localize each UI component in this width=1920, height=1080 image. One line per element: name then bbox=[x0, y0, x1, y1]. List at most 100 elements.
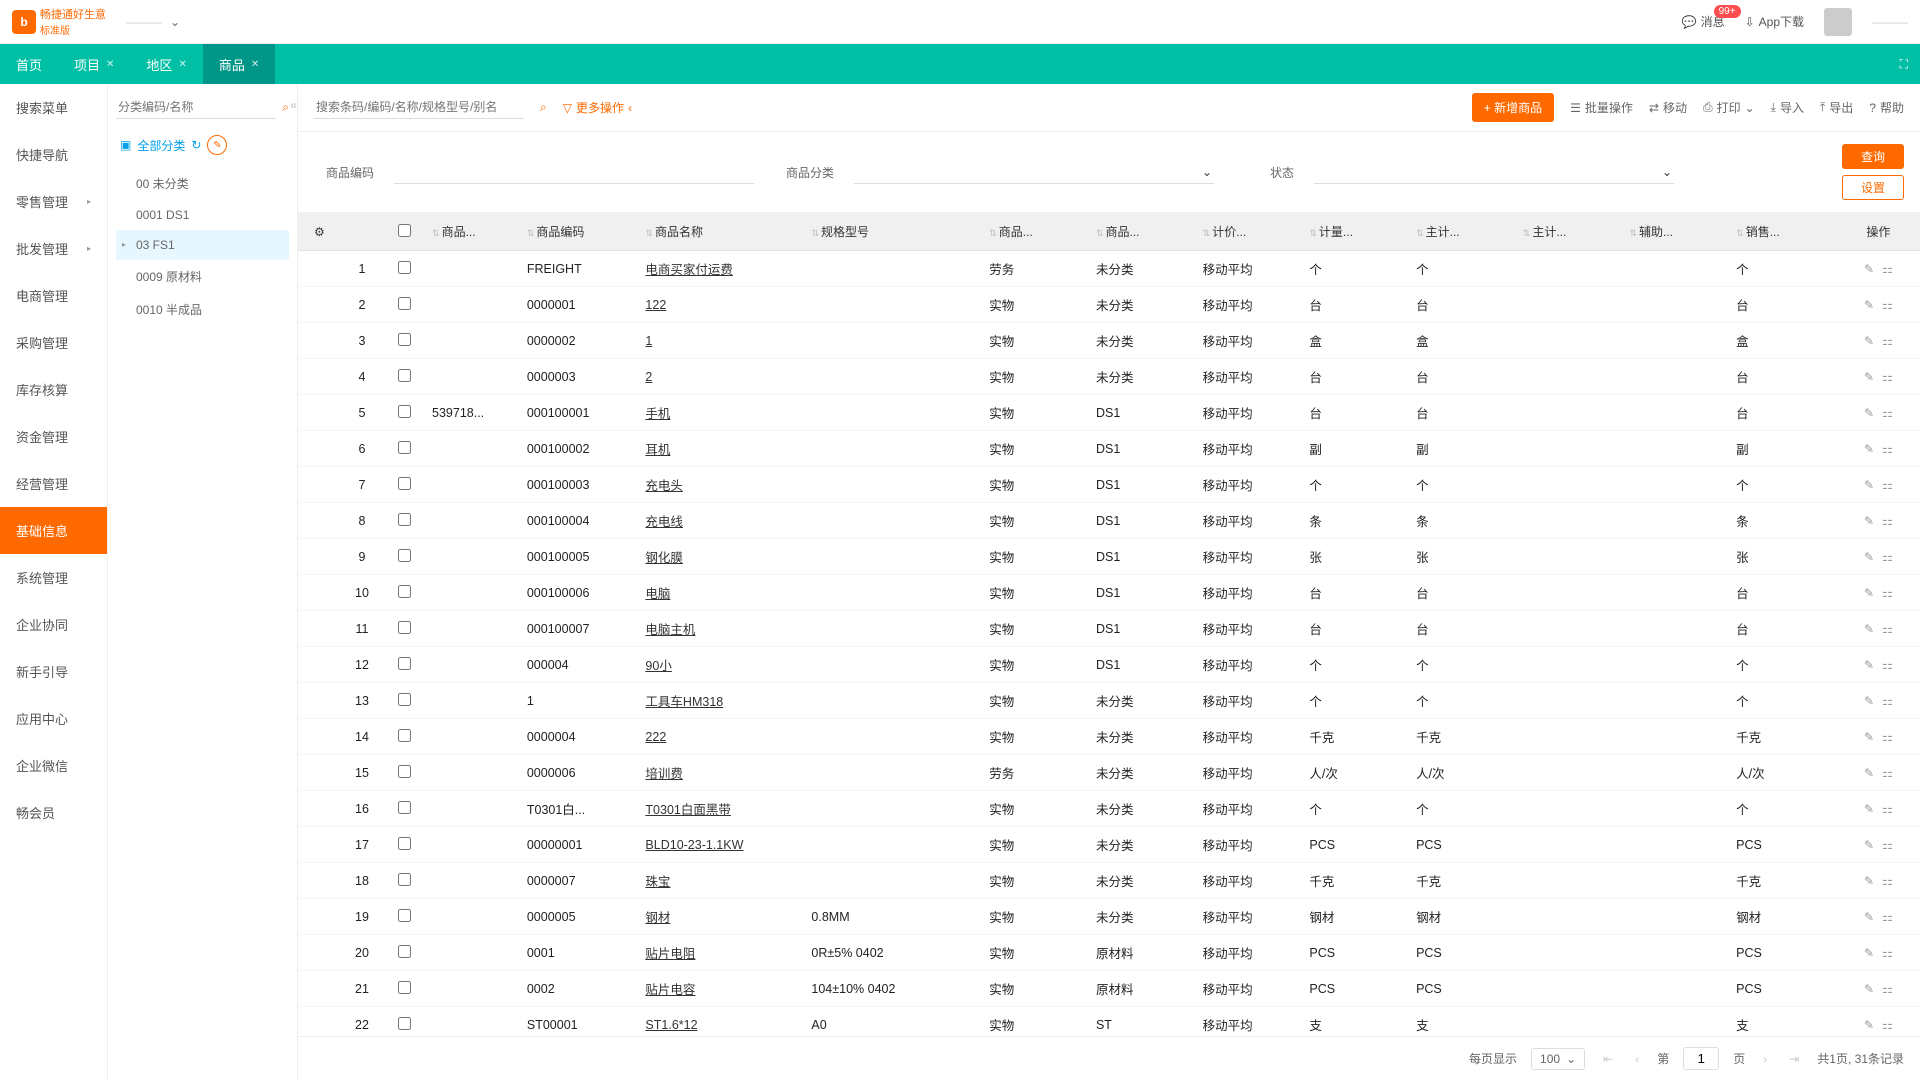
table-row[interactable]: 190000005钢材0.8MM实物未分类移动平均钢材钢材钢材✎⚏ bbox=[298, 899, 1920, 935]
app-download-button[interactable]: ⇩ App下载 bbox=[1745, 13, 1804, 30]
more-icon[interactable]: ⚏ bbox=[1882, 262, 1893, 276]
per-page-select[interactable]: 100⌄ bbox=[1531, 1048, 1585, 1070]
batch-button[interactable]: ☰批量操作 bbox=[1570, 99, 1633, 116]
row-checkbox[interactable] bbox=[398, 945, 411, 958]
table-row[interactable]: 10000100006电脑实物DS1移动平均台台台✎⚏ bbox=[298, 575, 1920, 611]
edit-icon[interactable]: ✎ bbox=[1864, 946, 1874, 960]
more-icon[interactable]: ⚏ bbox=[1882, 1018, 1893, 1032]
tab-项目[interactable]: 项目✕ bbox=[58, 44, 130, 84]
edit-icon[interactable]: ✎ bbox=[1864, 406, 1874, 420]
table-row[interactable]: 180000007珠宝实物未分类移动平均千克千克千克✎⚏ bbox=[298, 863, 1920, 899]
table-row[interactable]: 210002贴片电容104±10% 0402实物原材料移动平均PCSPCSPCS… bbox=[298, 971, 1920, 1007]
edit-icon[interactable]: ✎ bbox=[1864, 298, 1874, 312]
table-row[interactable]: 7000100003充电头实物DS1移动平均个个个✎⚏ bbox=[298, 467, 1920, 503]
column-header[interactable]: ⇅商品... bbox=[1090, 213, 1197, 251]
column-header[interactable]: ⇅计价... bbox=[1197, 213, 1304, 251]
sidebar-item[interactable]: 经营管理 bbox=[0, 460, 107, 507]
more-icon[interactable]: ⚏ bbox=[1882, 334, 1893, 348]
row-checkbox[interactable] bbox=[398, 513, 411, 526]
product-name-link[interactable]: 贴片电容 bbox=[645, 983, 695, 997]
edit-icon[interactable]: ✎ bbox=[1864, 442, 1874, 456]
product-name-link[interactable]: 充电头 bbox=[645, 479, 683, 493]
more-icon[interactable]: ⚏ bbox=[1882, 802, 1893, 816]
sidebar-item[interactable]: 系统管理 bbox=[0, 554, 107, 601]
code-filter-input[interactable] bbox=[394, 161, 754, 184]
table-row[interactable]: 22ST00001ST1.6*12A0实物ST移动平均支支支✎⚏ bbox=[298, 1007, 1920, 1037]
row-checkbox[interactable] bbox=[398, 585, 411, 598]
table-row[interactable]: 150000006培训费劳务未分类移动平均人/次人/次人/次✎⚏ bbox=[298, 755, 1920, 791]
product-name-link[interactable]: ST1.6*12 bbox=[645, 1018, 697, 1032]
edit-icon[interactable]: ✎ bbox=[207, 135, 227, 155]
last-page-button[interactable]: ⇥ bbox=[1785, 1052, 1803, 1066]
settings-button[interactable]: 设置 bbox=[1842, 175, 1904, 200]
edit-icon[interactable]: ✎ bbox=[1864, 514, 1874, 528]
move-button[interactable]: ⇄移动 bbox=[1649, 99, 1687, 116]
export-button[interactable]: ⤒导出 bbox=[1820, 99, 1853, 116]
row-checkbox[interactable] bbox=[398, 657, 411, 670]
more-icon[interactable]: ⚏ bbox=[1882, 586, 1893, 600]
table-row[interactable]: 8000100004充电线实物DS1移动平均条条条✎⚏ bbox=[298, 503, 1920, 539]
product-name-link[interactable]: 培训费 bbox=[645, 767, 683, 781]
product-name-link[interactable]: 90小 bbox=[645, 659, 671, 673]
sidebar-item[interactable]: 批发管理▸ bbox=[0, 225, 107, 272]
column-header[interactable]: ⇅规格型号 bbox=[805, 213, 983, 251]
close-icon[interactable]: ✕ bbox=[178, 59, 186, 70]
more-icon[interactable]: ⚏ bbox=[1882, 730, 1893, 744]
table-row[interactable]: 1200000490小实物DS1移动平均个个个✎⚏ bbox=[298, 647, 1920, 683]
table-row[interactable]: 9000100005钢化膜实物DS1移动平均张张张✎⚏ bbox=[298, 539, 1920, 575]
table-row[interactable]: 5539718...000100001手机实物DS1移动平均台台台✎⚏ bbox=[298, 395, 1920, 431]
edit-icon[interactable]: ✎ bbox=[1864, 766, 1874, 780]
row-checkbox[interactable] bbox=[398, 297, 411, 310]
sidebar-item[interactable]: 畅会员 bbox=[0, 789, 107, 836]
status-filter-select[interactable]: ⌄ bbox=[1314, 161, 1674, 184]
search-input[interactable] bbox=[314, 96, 524, 119]
org-selector[interactable]: ———⌄ bbox=[126, 15, 180, 29]
table-row[interactable]: 140000004222实物未分类移动平均千克千克千克✎⚏ bbox=[298, 719, 1920, 755]
product-name-link[interactable]: 222 bbox=[645, 730, 666, 744]
row-checkbox[interactable] bbox=[398, 261, 411, 274]
table-row[interactable]: 11000100007电脑主机实物DS1移动平均台台台✎⚏ bbox=[298, 611, 1920, 647]
more-icon[interactable]: ⚏ bbox=[1882, 946, 1893, 960]
edit-icon[interactable]: ✎ bbox=[1864, 910, 1874, 924]
table-row[interactable]: 400000032实物未分类移动平均台台台✎⚏ bbox=[298, 359, 1920, 395]
refresh-icon[interactable]: ↻ bbox=[191, 138, 201, 152]
row-checkbox[interactable] bbox=[398, 441, 411, 454]
edit-icon[interactable]: ✎ bbox=[1864, 586, 1874, 600]
row-checkbox[interactable] bbox=[398, 909, 411, 922]
edit-icon[interactable]: ✎ bbox=[1864, 622, 1874, 636]
tree-search-input[interactable] bbox=[116, 96, 276, 119]
tree-item[interactable]: 0001 DS1 bbox=[116, 200, 289, 230]
more-icon[interactable]: ⚏ bbox=[1882, 874, 1893, 888]
close-icon[interactable]: ✕ bbox=[251, 59, 259, 70]
product-name-link[interactable]: 122 bbox=[645, 298, 666, 312]
sidebar-item[interactable]: 采购管理 bbox=[0, 319, 107, 366]
row-checkbox[interactable] bbox=[398, 369, 411, 382]
tree-item[interactable]: 0009 原材料 bbox=[116, 260, 289, 293]
product-name-link[interactable]: 钢材 bbox=[645, 911, 670, 925]
table-row[interactable]: 1700000001BLD10-23-1.1KW实物未分类移动平均PCSPCSP… bbox=[298, 827, 1920, 863]
messages-button[interactable]: 💬 消息 99+ bbox=[1682, 13, 1725, 30]
edit-icon[interactable]: ✎ bbox=[1864, 262, 1874, 276]
first-page-button[interactable]: ⇤ bbox=[1599, 1052, 1617, 1066]
search-icon[interactable]: ⌕ bbox=[540, 100, 547, 115]
row-checkbox[interactable] bbox=[398, 477, 411, 490]
row-checkbox[interactable] bbox=[398, 405, 411, 418]
product-name-link[interactable]: T0301白面黑带 bbox=[645, 803, 730, 817]
more-icon[interactable]: ⚏ bbox=[1882, 550, 1893, 564]
edit-icon[interactable]: ✎ bbox=[1864, 334, 1874, 348]
row-checkbox[interactable] bbox=[398, 549, 411, 562]
more-icon[interactable]: ⚏ bbox=[1882, 622, 1893, 636]
product-name-link[interactable]: 手机 bbox=[645, 407, 670, 421]
add-product-button[interactable]: + 新增商品 bbox=[1472, 93, 1554, 122]
more-icon[interactable]: ⚏ bbox=[1882, 766, 1893, 780]
tree-root-label[interactable]: 全部分类 bbox=[137, 137, 185, 154]
table-row[interactable]: 200001贴片电阻0R±5% 0402实物原材料移动平均PCSPCSPCS✎⚏ bbox=[298, 935, 1920, 971]
edit-icon[interactable]: ✎ bbox=[1864, 982, 1874, 996]
row-checkbox[interactable] bbox=[398, 1017, 411, 1030]
tree-item[interactable]: 0010 半成品 bbox=[116, 293, 289, 326]
table-row[interactable]: 131工具车HM318实物未分类移动平均个个个✎⚏ bbox=[298, 683, 1920, 719]
more-icon[interactable]: ⚏ bbox=[1882, 658, 1893, 672]
table-row[interactable]: 20000001122实物未分类移动平均台台台✎⚏ bbox=[298, 287, 1920, 323]
column-header[interactable]: ⇅主计... bbox=[1517, 213, 1624, 251]
sidebar-item[interactable]: 电商管理 bbox=[0, 272, 107, 319]
